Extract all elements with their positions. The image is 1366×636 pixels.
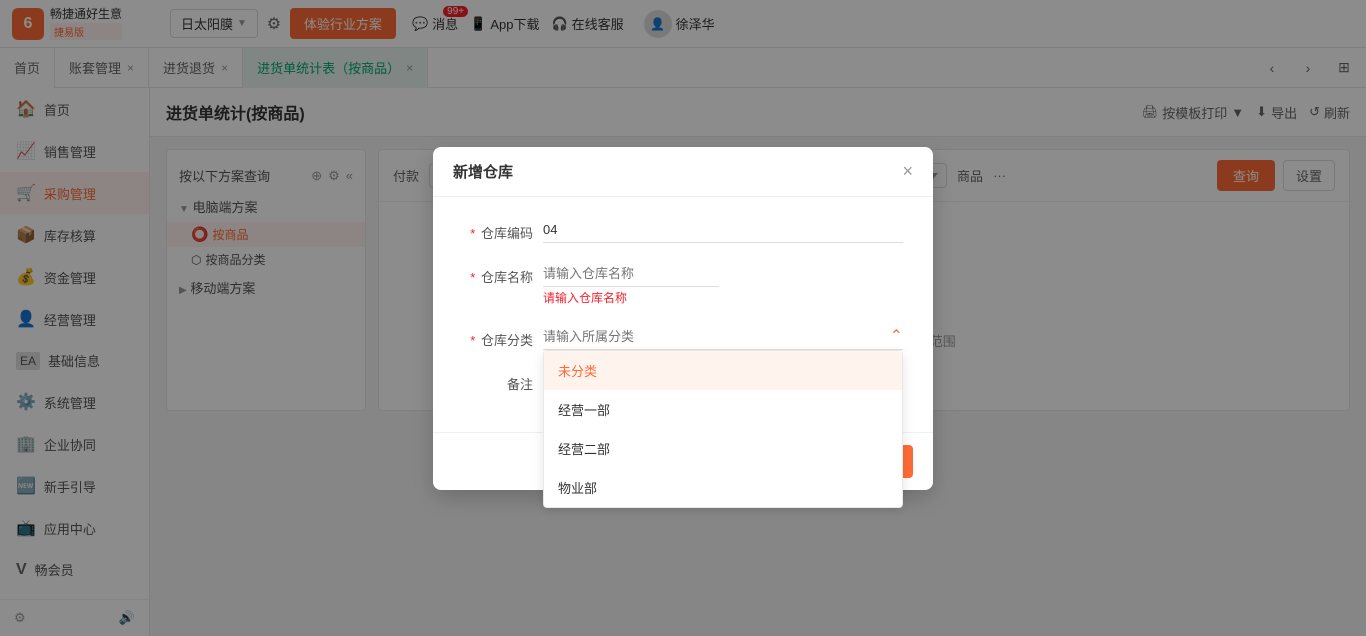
name-error-msg: 请输入仓库名称 [543,291,627,305]
modal-body: * 仓库编码 * 仓库名称 请输入仓库名称 [433,197,933,432]
form-row-category: * 仓库分类 ⌃ 未分类 经营一部 经营二部 物业部 [463,324,903,350]
code-label: * 仓库编码 [463,217,543,242]
warehouse-category-input[interactable] [543,324,890,349]
category-input-wrapper: ⌃ [543,324,903,350]
dropdown-item-none[interactable]: 未分类 [544,351,902,390]
name-required-mark: * [470,270,475,285]
modal-header: 新增仓库 × [433,147,933,197]
category-arrow-icon[interactable]: ⌃ [890,326,903,346]
category-label-text: 仓库分类 [481,333,533,348]
form-row-name: * 仓库名称 请输入仓库名称 [463,261,903,306]
add-warehouse-modal: 新增仓库 × * 仓库编码 * 仓库名称 [433,147,933,490]
warehouse-code-input[interactable] [543,217,903,243]
dropdown-item-ops2[interactable]: 经营二部 [544,429,902,468]
modal-overlay: 新增仓库 × * 仓库编码 * 仓库名称 [0,0,1366,636]
dropdown-item-ops1[interactable]: 经营一部 [544,390,902,429]
name-label: * 仓库名称 [463,261,543,286]
name-label-text: 仓库名称 [481,270,533,285]
code-label-text: 仓库编码 [481,226,533,241]
warehouse-name-input[interactable] [543,261,719,287]
remark-label-text: 备注 [507,377,533,392]
modal-title: 新增仓库 [453,161,513,182]
dropdown-item-property[interactable]: 物业部 [544,468,902,507]
code-required-mark: * [470,226,475,241]
category-required-mark: * [470,333,475,348]
category-dropdown: 未分类 经营一部 经营二部 物业部 [543,350,903,508]
remark-form-label: 备注 [463,368,543,393]
form-row-code: * 仓库编码 [463,217,903,243]
modal-close-icon[interactable]: × [902,161,913,182]
name-input-wrapper [543,261,903,287]
category-label: * 仓库分类 [463,324,543,349]
